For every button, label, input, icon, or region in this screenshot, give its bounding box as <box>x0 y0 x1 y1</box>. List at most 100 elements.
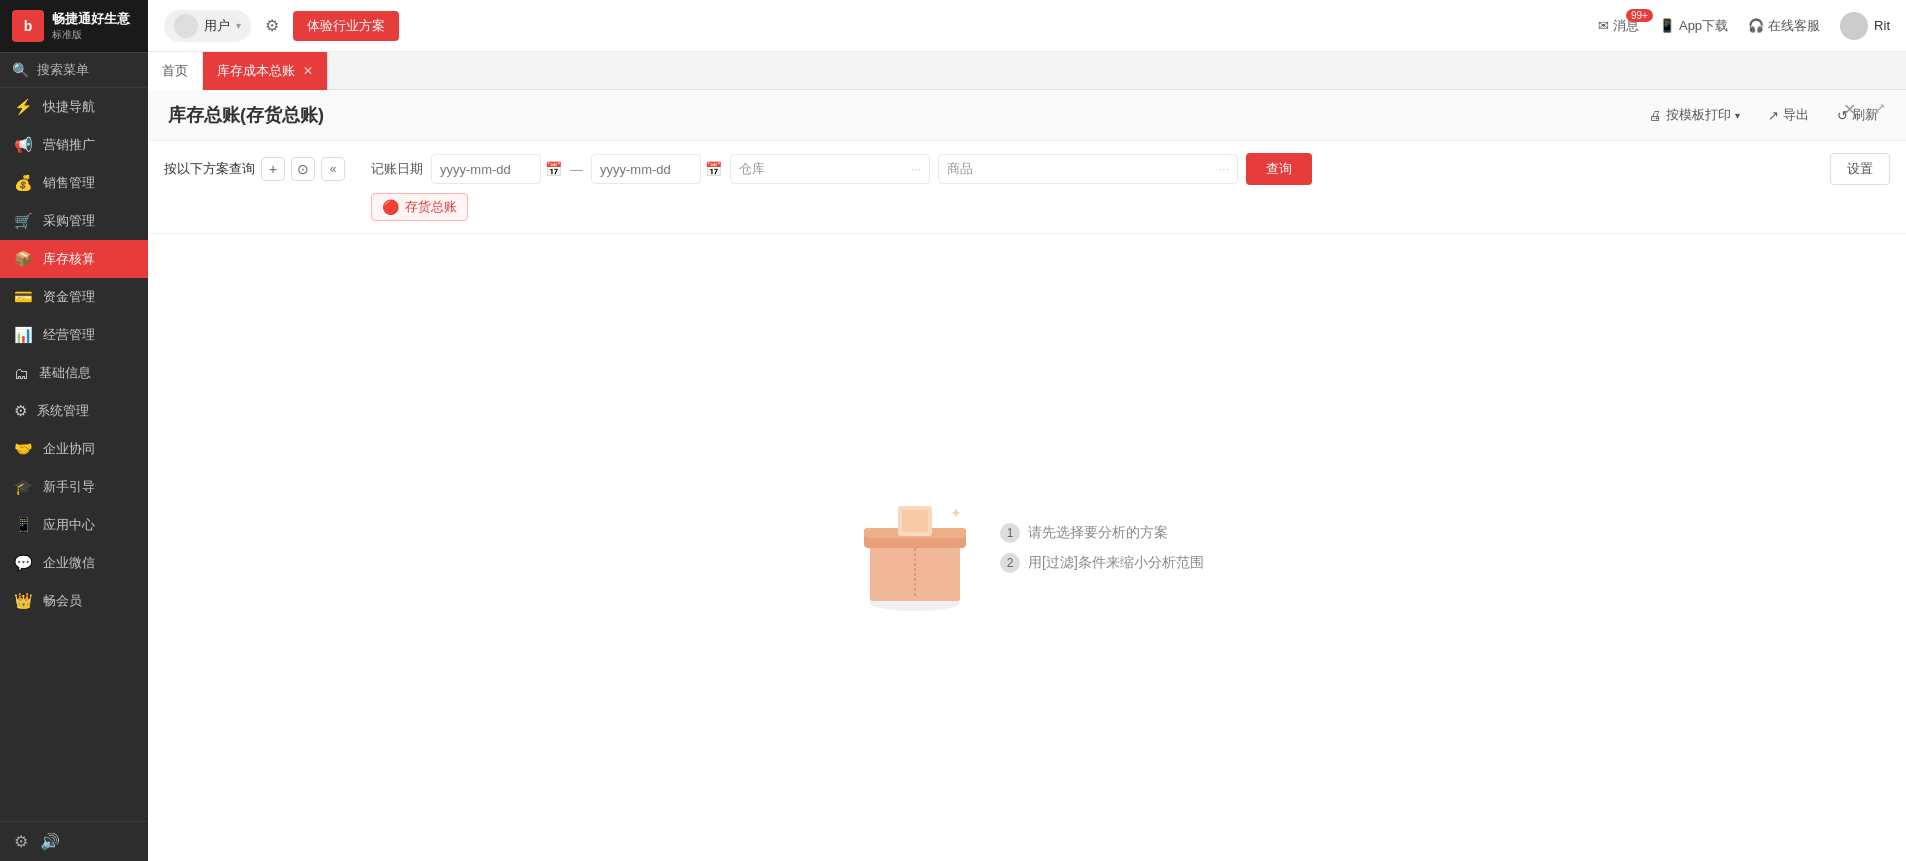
calendar-end-icon[interactable]: 📅 <box>705 161 722 177</box>
sidebar-icon-newbie: 🎓 <box>14 478 33 496</box>
panel-expand-button[interactable]: ⤢ <box>1874 100 1886 116</box>
search-label: 搜索菜单 <box>37 61 89 79</box>
sidebar-item-quick-nav[interactable]: ⚡快捷导航 <box>0 88 148 126</box>
sidebar-label-enterprise: 企业协同 <box>43 440 134 458</box>
warehouse-more-icon: ··· <box>911 162 921 176</box>
header-right-actions: ✉ 消息 99+ 📱 App下载 🎧 在线客服 Rit <box>1598 12 1890 40</box>
sidebar-item-operation[interactable]: 📊经营管理 <box>0 316 148 354</box>
search-icon: 🔍 <box>12 62 29 78</box>
calendar-start-icon[interactable]: 📅 <box>545 161 562 177</box>
svg-text:✦: ✦ <box>865 524 873 535</box>
sidebar-label-marketing: 营销推广 <box>43 136 134 154</box>
tab-close-icon[interactable]: ✕ <box>303 65 313 77</box>
date-label: 记账日期 <box>371 154 423 184</box>
user-display-name: Rit <box>1874 18 1890 33</box>
sidebar-item-wechat[interactable]: 💬 企业微信 <box>0 544 148 582</box>
message-button[interactable]: ✉ 消息 99+ <box>1598 17 1639 35</box>
sidebar-icon-basic: 🗂 <box>14 365 29 382</box>
sidebar-item-marketing[interactable]: 📢 营销推广 <box>0 126 148 164</box>
filter-label: 按以下方案查询 <box>164 153 255 185</box>
app-download-button[interactable]: 📱 App下载 <box>1659 17 1728 35</box>
user-avatar-right <box>1840 12 1868 40</box>
sidebar-label-inventory: 库存核算 <box>43 250 134 268</box>
top-header: 用户 ▾ ⚙ 体验行业方案 ✉ 消息 99+ 📱 App下载 🎧 在线客服 Ri… <box>148 0 1906 52</box>
sidebar-icon-finance: 💳 <box>14 288 33 306</box>
sidebar-label-system: 系统管理 <box>37 402 134 420</box>
sidebar-icon-marketing: 📢 <box>14 136 33 154</box>
sidebar-item-system[interactable]: ⚙ 系统管理 <box>0 392 148 430</box>
page-title: 库存总账(存货总账) <box>168 103 324 127</box>
tab-inventory-cost[interactable]: 库存成本总账 ✕ <box>203 52 328 90</box>
user-avatar <box>174 14 198 38</box>
filter-collapse-button[interactable]: « <box>321 157 345 181</box>
sidebar-label-basic: 基础信息 <box>39 364 134 382</box>
user-name-label: 用户 <box>204 17 230 35</box>
sidebar-label-wechat: 企业微信 <box>43 554 134 572</box>
sidebar-icon-inventory: 📦 <box>14 250 33 268</box>
phone-icon: 📱 <box>1659 18 1675 33</box>
user-profile-button[interactable]: Rit <box>1840 12 1890 40</box>
date-end-group: 📅 <box>591 154 722 184</box>
sidebar-icon-member: 👑 <box>14 592 33 610</box>
sidebar-label-appstore: 应用中心 <box>43 516 134 534</box>
headset-icon: 🎧 <box>1748 18 1764 33</box>
message-badge: 99+ <box>1626 9 1653 22</box>
svg-rect-6 <box>902 510 928 532</box>
date-end-input[interactable] <box>591 154 701 184</box>
sidebar-item-appstore[interactable]: 📱应用中心 <box>0 506 148 544</box>
sidebar-label-newbie: 新手引导 <box>43 478 134 496</box>
settings-button[interactable]: 设置 <box>1830 153 1890 185</box>
settings-footer-icon[interactable]: ⚙ <box>14 832 28 851</box>
user-chevron-icon: ▾ <box>236 20 241 31</box>
logo-text: 畅捷通好生意 标准版 <box>52 11 130 41</box>
filter-row-main: 记账日期 📅 — 📅 仓库 ··· <box>371 153 1810 185</box>
sidebar-label-purchase: 采购管理 <box>43 212 134 230</box>
sidebar-label-operation: 经营管理 <box>43 326 134 344</box>
sound-footer-icon[interactable]: 🔊 <box>40 832 60 851</box>
empty-hint-2: 2 用[过滤]条件来缩小分析范围 <box>1000 553 1204 573</box>
print-template-button[interactable]: 🖨 按模板打印 ▾ <box>1641 102 1748 128</box>
sidebar-icon-system: ⚙ <box>14 402 27 420</box>
product-label: 商品 <box>947 160 1219 178</box>
sidebar-label-finance: 资金管理 <box>43 288 134 306</box>
sidebar-icon-wechat: 💬 <box>14 554 33 572</box>
date-start-input[interactable] <box>431 154 541 184</box>
svg-text:✦: ✦ <box>950 505 962 521</box>
warehouse-selector[interactable]: 仓库 ··· <box>730 154 930 184</box>
sidebar-item-sales[interactable]: 💰 销售管理 <box>0 164 148 202</box>
sidebar-logo: b 畅捷通好生意 标准版 <box>0 0 148 53</box>
filter-add-button[interactable]: + <box>261 157 285 181</box>
filter-area: 按以下方案查询 + ⊙ « 记账日期 📅 — <box>148 141 1906 234</box>
sidebar-item-enterprise[interactable]: 🤝企业协同 <box>0 430 148 468</box>
date-start-group: 📅 <box>431 154 562 184</box>
product-more-icon: ··· <box>1219 162 1229 176</box>
export-button[interactable]: ↗ 导出 <box>1760 102 1817 128</box>
user-selector[interactable]: 用户 ▾ <box>164 10 251 42</box>
empty-hint-text: 1 请先选择要分析的方案 2 用[过滤]条件来缩小分析范围 <box>1000 523 1204 573</box>
panel-close-button[interactable]: ✕ <box>1843 100 1856 119</box>
sidebar-item-newbie[interactable]: 🎓 新手引导 <box>0 468 148 506</box>
sidebar-label-member: 畅会员 <box>43 592 134 610</box>
sidebar-label-sales: 销售管理 <box>43 174 134 192</box>
sidebar-item-member[interactable]: 👑 畅会员 <box>0 582 148 620</box>
product-selector[interactable]: 商品 ··· <box>938 154 1238 184</box>
sidebar-item-finance[interactable]: 💳 资金管理 <box>0 278 148 316</box>
online-service-button[interactable]: 🎧 在线客服 <box>1748 17 1820 35</box>
print-icon: 🖨 <box>1649 108 1662 123</box>
scheme-item-inventory[interactable]: 🔴 存货总账 <box>371 193 468 221</box>
sidebar-icon-sales: 💰 <box>14 174 33 192</box>
header-settings-button[interactable]: ⚙ <box>261 12 283 39</box>
sidebar-item-basic[interactable]: 🗂 基础信息 <box>0 354 148 392</box>
sidebar-label-quick-nav: 快捷导航 <box>43 98 134 116</box>
sidebar-icon-purchase: 🛒 <box>14 212 33 230</box>
tab-home[interactable]: 首页 <box>148 52 203 90</box>
filter-config-button[interactable]: ⊙ <box>291 157 315 181</box>
sidebar-footer: ⚙ 🔊 <box>0 821 148 861</box>
query-button[interactable]: 查询 <box>1246 153 1312 185</box>
print-dropdown-icon: ▾ <box>1735 110 1740 121</box>
trial-button[interactable]: 体验行业方案 <box>293 11 399 41</box>
scheme-name: 存货总账 <box>405 198 457 216</box>
sidebar-search-item[interactable]: 🔍 搜索菜单 <box>0 53 148 88</box>
sidebar-item-inventory[interactable]: 📦 库存核算 <box>0 240 148 278</box>
sidebar-item-purchase[interactable]: 🛒 采购管理 <box>0 202 148 240</box>
